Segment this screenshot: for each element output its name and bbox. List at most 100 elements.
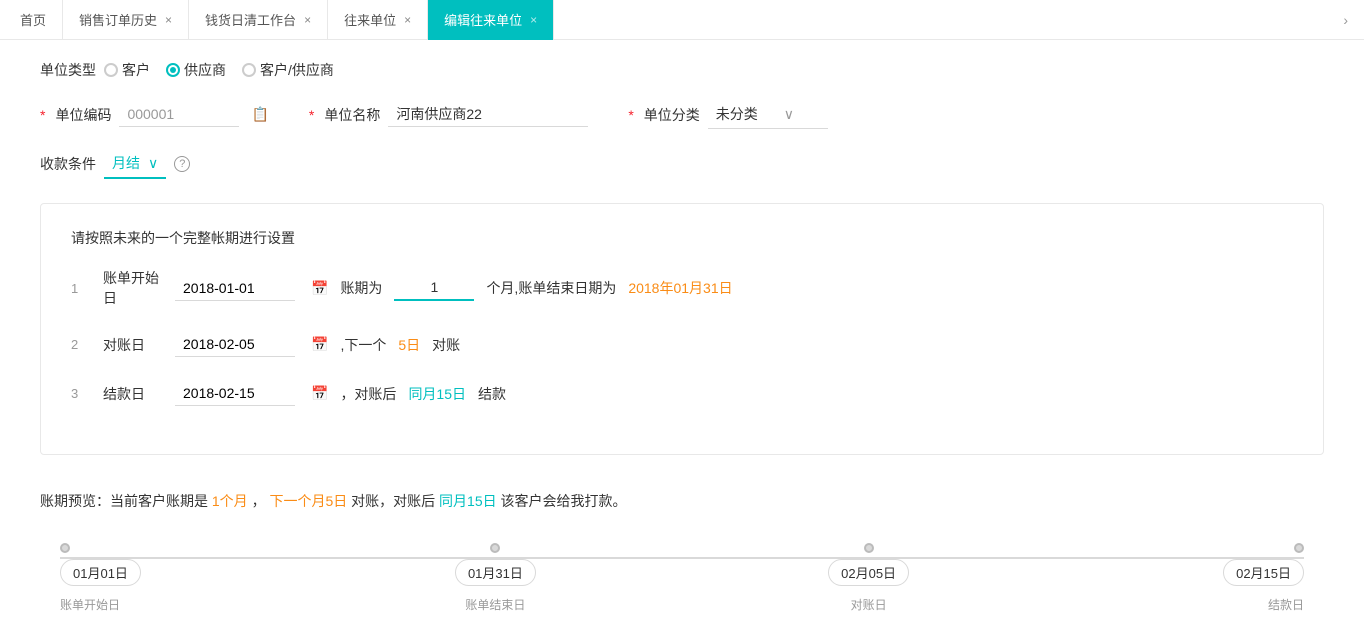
period-desc-1-pre: 账期为 bbox=[340, 278, 382, 298]
period-months-input[interactable] bbox=[394, 275, 474, 301]
tab-partner[interactable]: 往来单位 × bbox=[328, 0, 428, 40]
radio-customer[interactable]: 客户 bbox=[104, 60, 150, 80]
period-desc-2-post: 对账 bbox=[432, 335, 460, 355]
preview-part2: 下一个月5日 bbox=[269, 493, 347, 509]
tab-cash-work-close[interactable]: × bbox=[304, 13, 311, 27]
unit-category-group: * 单位分类 未分类 ∨ bbox=[628, 100, 827, 129]
help-icon[interactable]: ? bbox=[174, 156, 190, 172]
unit-category-value: 未分类 bbox=[716, 104, 776, 124]
period-highlight-3: 同月15日 bbox=[408, 384, 466, 404]
tl-dot-2 bbox=[490, 543, 500, 553]
condition-value: 月结 bbox=[112, 153, 140, 173]
period-date-input-2[interactable] bbox=[175, 332, 295, 357]
period-cal-icon-2[interactable]: 📅 bbox=[311, 336, 328, 353]
tl-dot-4 bbox=[1294, 543, 1304, 553]
preview-sep1: ， bbox=[252, 493, 266, 509]
condition-select[interactable]: 月结 ∨ bbox=[104, 149, 166, 179]
unit-category-select[interactable]: 未分类 ∨ bbox=[708, 100, 828, 129]
preview-part3: 同月15日 bbox=[439, 493, 497, 509]
radio-both-label: 客户/供应商 bbox=[260, 60, 334, 80]
condition-label: 收款条件 bbox=[40, 154, 96, 174]
tl-label-1: 账单开始日 bbox=[60, 596, 120, 613]
timeline: 01月01日 账单开始日 01月31日 账单结束日 02月05日 对账日 02月… bbox=[40, 543, 1324, 613]
unit-name-group: * 单位名称 bbox=[309, 102, 588, 127]
period-row-3: 3 结款日 📅 ，对账后 同月15日 结款 bbox=[71, 381, 1293, 406]
period-desc-2-pre: ,下一个 bbox=[340, 335, 386, 355]
unit-category-star: * bbox=[628, 107, 633, 123]
timeline-point-4: 02月15日 结款日 bbox=[1180, 543, 1304, 613]
period-box: 请按照未来的一个完整帐期进行设置 1 账单开始日 📅 账期为 个月,账单结束日期… bbox=[40, 203, 1324, 455]
code-name-row: * 单位编码 📋 * 单位名称 * 单位分类 未分类 ∨ bbox=[40, 100, 1324, 129]
tl-badge-2: 01月31日 bbox=[455, 559, 536, 586]
radio-customer-label: 客户 bbox=[122, 60, 150, 80]
main-content: 单位类型 客户 供应商 客户/供应商 * 单位编码 bbox=[0, 40, 1364, 633]
tab-bar: 首页 销售订单历史 × 钱货日清工作台 × 往来单位 × 编辑往来单位 × › bbox=[0, 0, 1364, 40]
period-row-1: 1 账单开始日 📅 账期为 个月,账单结束日期为 2018年01月31日 bbox=[71, 268, 1293, 308]
unit-name-star: * bbox=[309, 107, 314, 123]
unit-code-group: * 单位编码 📋 bbox=[40, 102, 269, 127]
tab-edit-partner-close[interactable]: × bbox=[530, 13, 537, 27]
radio-supplier-label: 供应商 bbox=[184, 60, 226, 80]
unit-type-group: 单位类型 客户 供应商 客户/供应商 bbox=[40, 60, 334, 80]
period-date-input-1[interactable] bbox=[175, 276, 295, 301]
tl-badge-3: 02月05日 bbox=[828, 559, 909, 586]
tl-label-3: 对账日 bbox=[851, 596, 887, 613]
period-cal-icon-1[interactable]: 📅 bbox=[311, 280, 328, 297]
period-end-date: 2018年01月31日 bbox=[628, 278, 732, 298]
tl-label-2: 账单结束日 bbox=[465, 596, 525, 613]
tab-partner-close[interactable]: × bbox=[404, 13, 411, 27]
period-desc-3-pre: ，对账后 bbox=[340, 384, 396, 404]
category-arrow-icon: ∨ bbox=[784, 106, 794, 123]
period-label-1: 账单开始日 bbox=[103, 268, 163, 308]
tab-sales-history-close[interactable]: × bbox=[165, 13, 172, 27]
period-desc-3-post: 结款 bbox=[478, 384, 506, 404]
radio-supplier[interactable]: 供应商 bbox=[166, 60, 226, 80]
period-desc-1-post: 个月,账单结束日期为 bbox=[486, 278, 616, 298]
period-cal-icon-3[interactable]: 📅 bbox=[311, 385, 328, 402]
period-label-2: 对账日 bbox=[103, 335, 163, 355]
period-box-title: 请按照未来的一个完整帐期进行设置 bbox=[71, 228, 1293, 248]
unit-name-label: 单位名称 bbox=[324, 105, 380, 125]
period-num-1: 1 bbox=[71, 281, 91, 296]
period-date-input-3[interactable] bbox=[175, 381, 295, 406]
unit-code-star: * bbox=[40, 107, 45, 123]
tl-dot-3 bbox=[864, 543, 874, 553]
tab-home[interactable]: 首页 bbox=[8, 0, 63, 40]
tl-line-1 bbox=[184, 557, 433, 559]
unit-code-label: 单位编码 bbox=[55, 105, 111, 125]
unit-code-input[interactable] bbox=[119, 102, 239, 127]
radio-supplier-circle bbox=[166, 63, 180, 77]
radio-customer-circle bbox=[104, 63, 118, 77]
timeline-items: 01月01日 账单开始日 01月31日 账单结束日 02月05日 对账日 02月… bbox=[60, 543, 1304, 613]
period-highlight-2: 5日 bbox=[398, 335, 420, 355]
unit-category-label: 单位分类 bbox=[644, 105, 700, 125]
radio-both[interactable]: 客户/供应商 bbox=[242, 60, 334, 80]
tab-edit-partner[interactable]: 编辑往来单位 × bbox=[428, 0, 554, 40]
timeline-point-3: 02月05日 对账日 bbox=[806, 543, 930, 613]
preview-sep2: 对账，对账后 bbox=[351, 493, 435, 509]
preview-suffix: 该客户会给我打款。 bbox=[501, 493, 627, 509]
timeline-point-1: 01月01日 账单开始日 bbox=[60, 543, 184, 613]
period-num-2: 2 bbox=[71, 337, 91, 352]
tl-dot-1 bbox=[60, 543, 70, 553]
period-label-3: 结款日 bbox=[103, 384, 163, 404]
unit-code-icon[interactable]: 📋 bbox=[251, 106, 268, 123]
unit-name-input[interactable] bbox=[388, 102, 588, 127]
radio-both-circle bbox=[242, 63, 256, 77]
tab-sales-history[interactable]: 销售订单历史 × bbox=[63, 0, 189, 40]
tl-line-3 bbox=[931, 557, 1180, 559]
tab-arrow[interactable]: › bbox=[1335, 12, 1356, 28]
period-num-3: 3 bbox=[71, 386, 91, 401]
tl-line-2 bbox=[558, 557, 807, 559]
preview-row: 账期预览：当前客户账期是 1个月 ， 下一个月5日 对账，对账后 同月15日 该… bbox=[40, 475, 1324, 535]
condition-arrow-icon: ∨ bbox=[148, 155, 158, 172]
unit-type-row: 单位类型 客户 供应商 客户/供应商 bbox=[40, 60, 1324, 80]
timeline-point-2: 01月31日 账单结束日 bbox=[433, 543, 557, 613]
tab-cash-work[interactable]: 钱货日清工作台 × bbox=[189, 0, 328, 40]
preview-part1: 1个月 bbox=[212, 493, 248, 509]
condition-row: 收款条件 月结 ∨ ? bbox=[40, 149, 1324, 179]
radio-group: 客户 供应商 客户/供应商 bbox=[104, 60, 334, 80]
tl-badge-4: 02月15日 bbox=[1223, 559, 1304, 586]
tl-label-4: 结款日 bbox=[1268, 596, 1304, 613]
unit-type-label: 单位类型 bbox=[40, 60, 96, 80]
